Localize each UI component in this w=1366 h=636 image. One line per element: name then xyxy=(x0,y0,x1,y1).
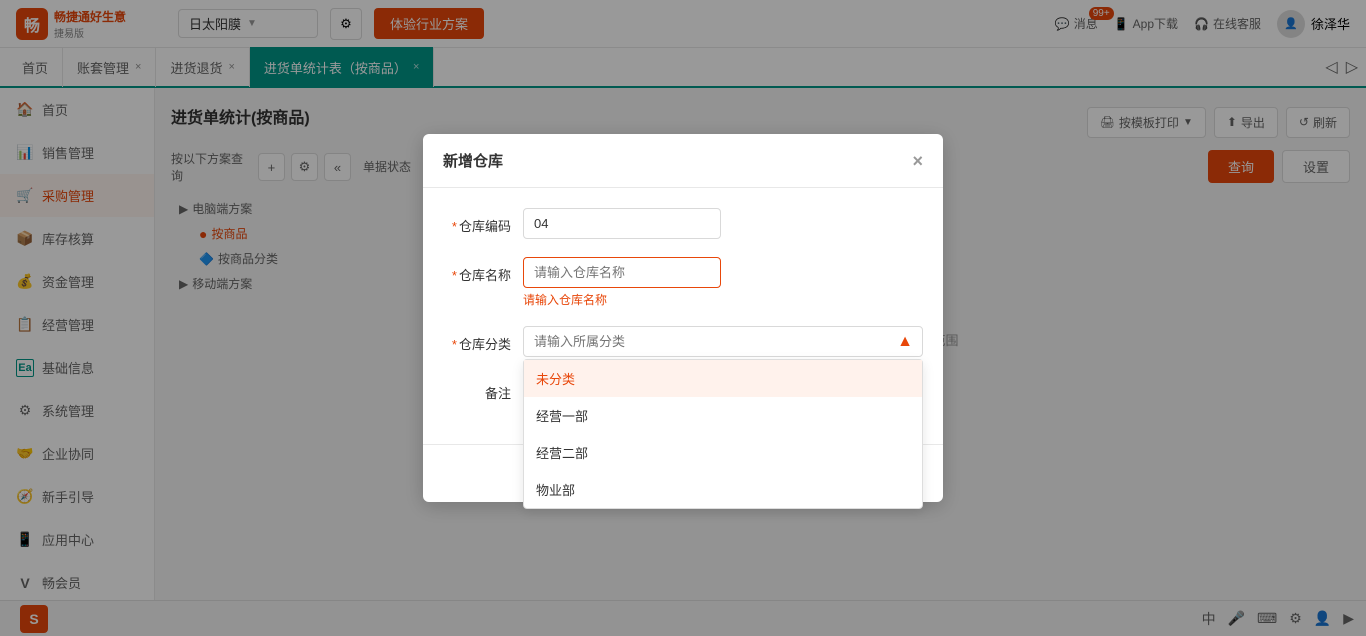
code-input-wrapper xyxy=(523,208,923,239)
category-option-dept1[interactable]: 经营一部 xyxy=(524,397,922,434)
name-input-wrapper: 请输入仓库名称 xyxy=(523,257,923,308)
add-warehouse-dialog: 新增仓库 × 仓库编码 仓库名称 请输入仓库名称 仓库分类 xyxy=(423,134,943,502)
name-label: 仓库名称 xyxy=(443,257,523,284)
warehouse-name-input[interactable] xyxy=(523,257,721,288)
category-dropdown: 未分类 经营一部 经营二部 物业部 xyxy=(523,359,923,509)
category-option-uncategorized[interactable]: 未分类 xyxy=(524,360,922,397)
category-option-dept2[interactable]: 经营二部 xyxy=(524,434,922,471)
dialog-header: 新增仓库 × xyxy=(423,134,943,188)
category-option-property[interactable]: 物业部 xyxy=(524,471,922,508)
note-label: 备注 xyxy=(443,375,523,402)
modal-overlay: 新增仓库 × 仓库编码 仓库名称 请输入仓库名称 仓库分类 xyxy=(0,0,1366,636)
category-label: 仓库分类 xyxy=(443,326,523,353)
form-row-code: 仓库编码 xyxy=(443,208,923,239)
code-label: 仓库编码 xyxy=(443,208,523,235)
dialog-close-button[interactable]: × xyxy=(912,152,923,170)
dialog-body: 仓库编码 仓库名称 请输入仓库名称 仓库分类 ▲ xyxy=(423,188,943,444)
warehouse-code-input[interactable] xyxy=(523,208,721,239)
name-error-msg: 请输入仓库名称 xyxy=(523,291,923,308)
category-input-wrapper: ▲ 未分类 经营一部 经营二部 物业部 xyxy=(523,326,923,357)
form-row-category: 仓库分类 ▲ 未分类 经营一部 经营二部 物业部 xyxy=(443,326,923,357)
category-dropdown-arrow[interactable]: ▲ xyxy=(897,333,913,351)
form-row-name: 仓库名称 请输入仓库名称 xyxy=(443,257,923,308)
warehouse-category-input[interactable] xyxy=(523,326,923,357)
